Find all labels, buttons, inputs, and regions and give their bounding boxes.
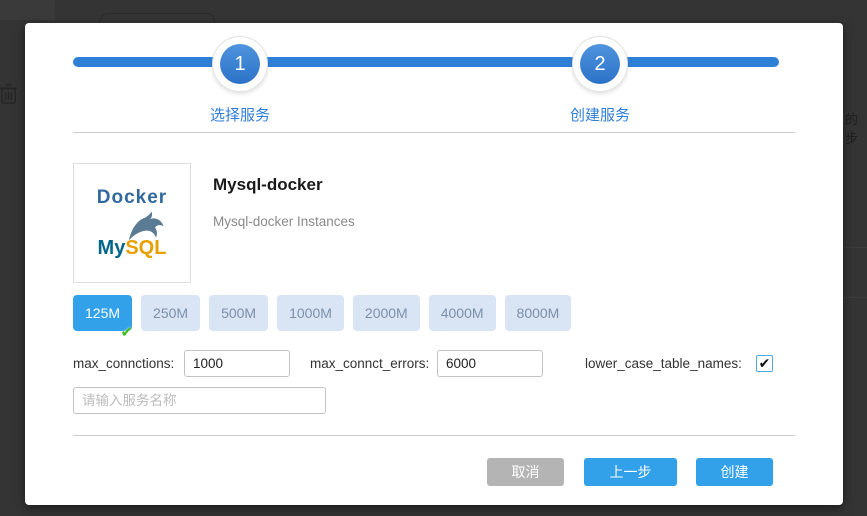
memory-option-2000m[interactable]: 2000M [352, 295, 420, 331]
memory-option-125m[interactable]: 125M ✔ [73, 295, 133, 340]
background-clipped-text: 的 步 [845, 110, 867, 148]
stepper-progress-bar [73, 57, 779, 67]
mysql-logo-my: My [97, 236, 126, 259]
previous-step-button[interactable]: 上一步 [584, 458, 677, 486]
trash-icon [0, 84, 18, 104]
background-clipped-text-line1: 的 [845, 112, 859, 127]
lower-case-table-names-label: lower_case_table_names: [585, 356, 742, 371]
max-connect-errors-label: max_connct_errors: [310, 356, 430, 371]
background-clipped-text-line2: 步 [845, 131, 859, 146]
memory-option-8000m[interactable]: 8000M [504, 295, 572, 331]
memory-option-label: 125M [85, 305, 121, 321]
screen: 的 步 1 2 选择服务 创建服务 Docker MySQL Mysql-doc… [0, 0, 867, 516]
service-title: Mysql-docker [213, 175, 323, 194]
step-1-indicator: 1 [220, 44, 260, 84]
docker-logo-text: Docker [96, 186, 168, 208]
memory-option-500m[interactable]: 500M [209, 295, 269, 331]
memory-option-row: 125M ✔ 250M 500M 1000M 2000M 4000M 8000M [73, 295, 572, 340]
memory-option-4000m[interactable]: 4000M [428, 295, 496, 331]
step-2-indicator: 2 [580, 44, 620, 84]
service-logo: Docker MySQL [73, 163, 191, 283]
cancel-button[interactable]: 取消 [487, 458, 564, 486]
selected-check-icon: ✔ [120, 324, 134, 341]
mysql-logo-sql: SQL [125, 236, 167, 259]
memory-option-250m[interactable]: 250M [141, 295, 201, 331]
create-service-modal: 1 2 选择服务 创建服务 Docker MySQL Mysql-docker … [25, 23, 843, 505]
max-connect-errors-input[interactable] [437, 350, 543, 377]
service-subtitle: Mysql-docker Instances [213, 214, 355, 229]
create-button[interactable]: 创建 [696, 458, 773, 486]
max-connections-label: max_connctions: [73, 356, 175, 371]
lower-case-table-names-checkbox[interactable]: ✔ [756, 355, 773, 372]
service-name-input[interactable] [73, 387, 326, 414]
header-divider [73, 132, 795, 133]
step-2-label: 创建服务 [569, 107, 630, 124]
footer-divider [73, 435, 795, 436]
mysql-logo-text: MySQL [98, 237, 167, 260]
step-1-label: 选择服务 [209, 107, 270, 124]
background-header-block [0, 0, 55, 20]
background-row-divider [843, 297, 867, 298]
background-row-divider [843, 247, 867, 248]
memory-option-1000m[interactable]: 1000M [277, 295, 344, 331]
max-connections-input[interactable] [184, 350, 290, 377]
